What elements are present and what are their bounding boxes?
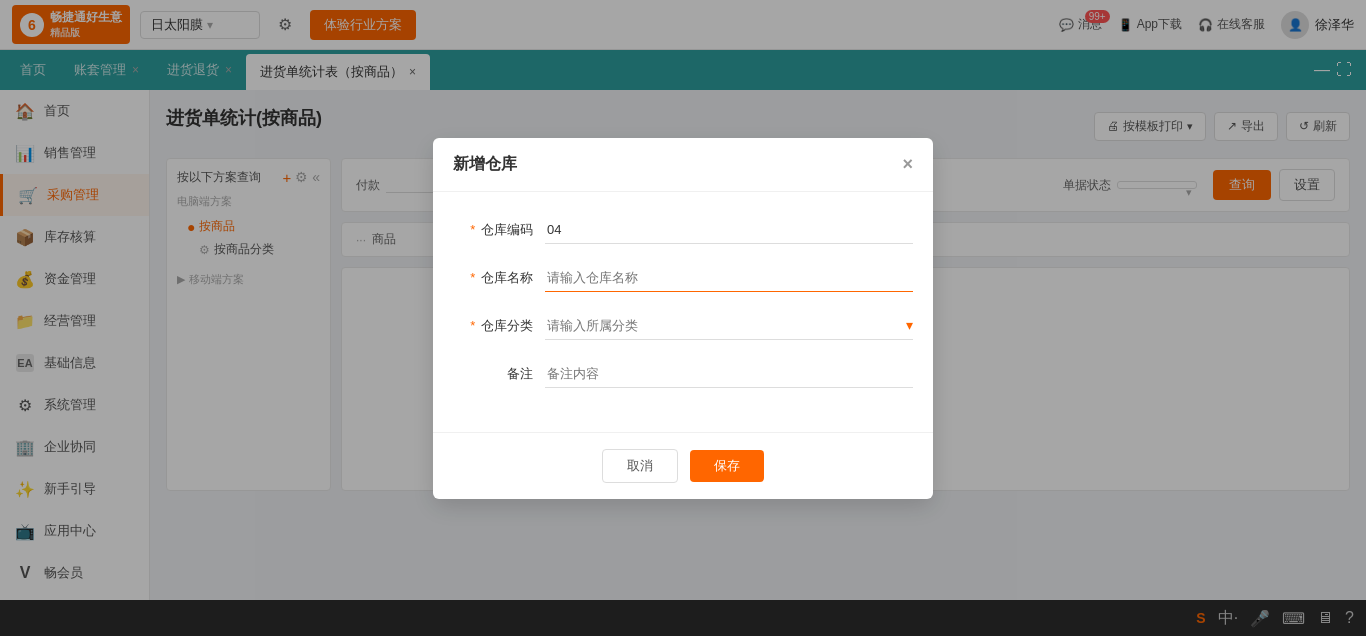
form-row-category: * 仓库分类 ▾: [453, 312, 913, 340]
category-dropdown-icon[interactable]: ▾: [906, 317, 913, 333]
modal-close-btn[interactable]: ×: [902, 154, 913, 175]
warehouse-code-input[interactable]: [545, 216, 913, 244]
warehouse-name-input[interactable]: [545, 264, 913, 292]
form-label-category: * 仓库分类: [453, 317, 533, 335]
modal-body: * 仓库编码 * 仓库名称 * 仓库分类: [433, 192, 933, 432]
modal-new-warehouse: 新增仓库 × * 仓库编码 * 仓库名称: [433, 138, 933, 499]
warehouse-remark-input[interactable]: [545, 360, 913, 388]
required-star-category: *: [470, 318, 475, 333]
form-row-name: * 仓库名称: [453, 264, 913, 292]
required-star-code: *: [470, 222, 475, 237]
form-label-name: * 仓库名称: [453, 269, 533, 287]
form-row-remark: 备注: [453, 360, 913, 388]
warehouse-category-select[interactable]: [545, 312, 906, 339]
cancel-btn[interactable]: 取消: [602, 449, 678, 483]
form-label-code: * 仓库编码: [453, 221, 533, 239]
required-star-name: *: [470, 270, 475, 285]
modal-overlay: 新增仓库 × * 仓库编码 * 仓库名称: [0, 0, 1366, 636]
form-label-remark: 备注: [453, 365, 533, 383]
category-select-wrapper: ▾: [545, 312, 913, 340]
modal-footer: 取消 保存: [433, 432, 933, 499]
save-btn[interactable]: 保存: [690, 450, 764, 482]
form-row-code: * 仓库编码: [453, 216, 913, 244]
modal-title: 新增仓库: [453, 154, 517, 175]
modal-header: 新增仓库 ×: [433, 138, 933, 192]
